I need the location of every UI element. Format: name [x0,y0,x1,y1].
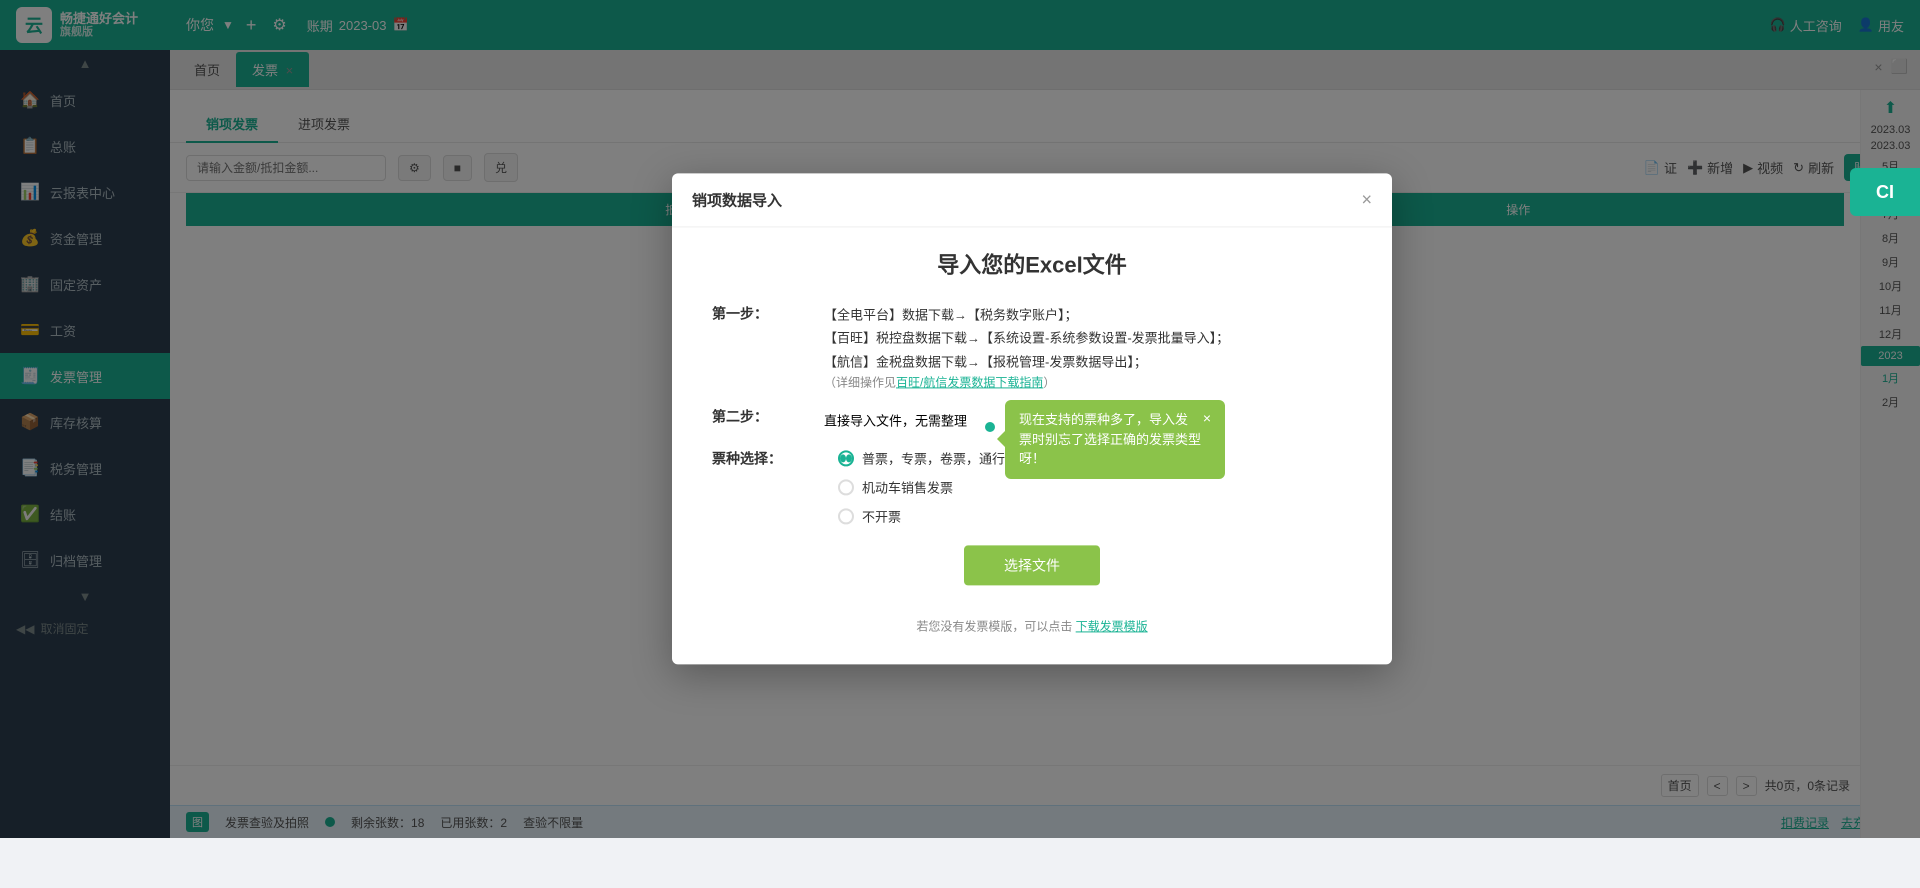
radio-motor-label: 机动车销售发票 [862,478,953,497]
modal-title: 销项数据导入 [692,189,782,210]
step1-line-1: 【全电平台】数据下载→【税务数字账户】； [824,303,1229,326]
ticket-label: 票种选择： [712,449,782,469]
select-file-btn[interactable]: 选择文件 [964,546,1100,586]
radio-none-circle [838,508,854,524]
download-guide-link[interactable]: 百旺/航信发票数据下载指南 [896,376,1043,390]
radio-none[interactable]: 不开票 [838,507,1148,526]
tooltip-text: 现在支持的票种多了，导入发票时别忘了选择正确的发票类型呀！ [1019,412,1201,466]
radio-none-label: 不开票 [862,507,901,526]
tooltip-close-btn[interactable]: × [1203,408,1211,429]
download-template-link[interactable]: 下载发票模版 [1076,620,1148,634]
step1-line-3: 【航信】金税盘数据下载→【报税管理-发票数据导出】； [824,350,1229,373]
ci-badge[interactable]: CI [1850,168,1920,216]
radio-motor-circle [838,479,854,495]
modal-main-title: 导入您的Excel文件 [712,247,1352,279]
step2-label: 第二步： [712,407,768,427]
radio-general-circle [838,450,854,466]
tooltip-bubble: × 现在支持的票种多了，导入发票时别忘了选择正确的发票类型呀！ [1005,400,1225,479]
step1-label: 第一步： [712,303,768,384]
step1-note: （详细操作见百旺/航信发票数据下载指南） [824,374,1229,391]
modal-footer: 选择文件 [712,546,1352,606]
step1-line-2: 【百旺】税控盘数据下载→【系统设置-系统参数设置-发票批量导入】； [824,327,1229,350]
step2-text: 直接导入文件，无需整理 [824,410,967,429]
step1-section: 第一步： 【全电平台】数据下载→【税务数字账户】； 【百旺】税控盘数据下载→【系… [712,303,1352,390]
modal-note: 若您没有发票模版，可以点击 下载发票模版 [712,618,1352,635]
radio-motor[interactable]: 机动车销售发票 [838,478,1148,497]
modal-close-btn[interactable]: × [1361,189,1372,210]
step1-content: 【全电平台】数据下载→【税务数字账户】； 【百旺】税控盘数据下载→【系统设置-系… [824,303,1229,390]
modal-header: 销项数据导入 × [672,173,1392,227]
tooltip-dot [985,422,995,432]
